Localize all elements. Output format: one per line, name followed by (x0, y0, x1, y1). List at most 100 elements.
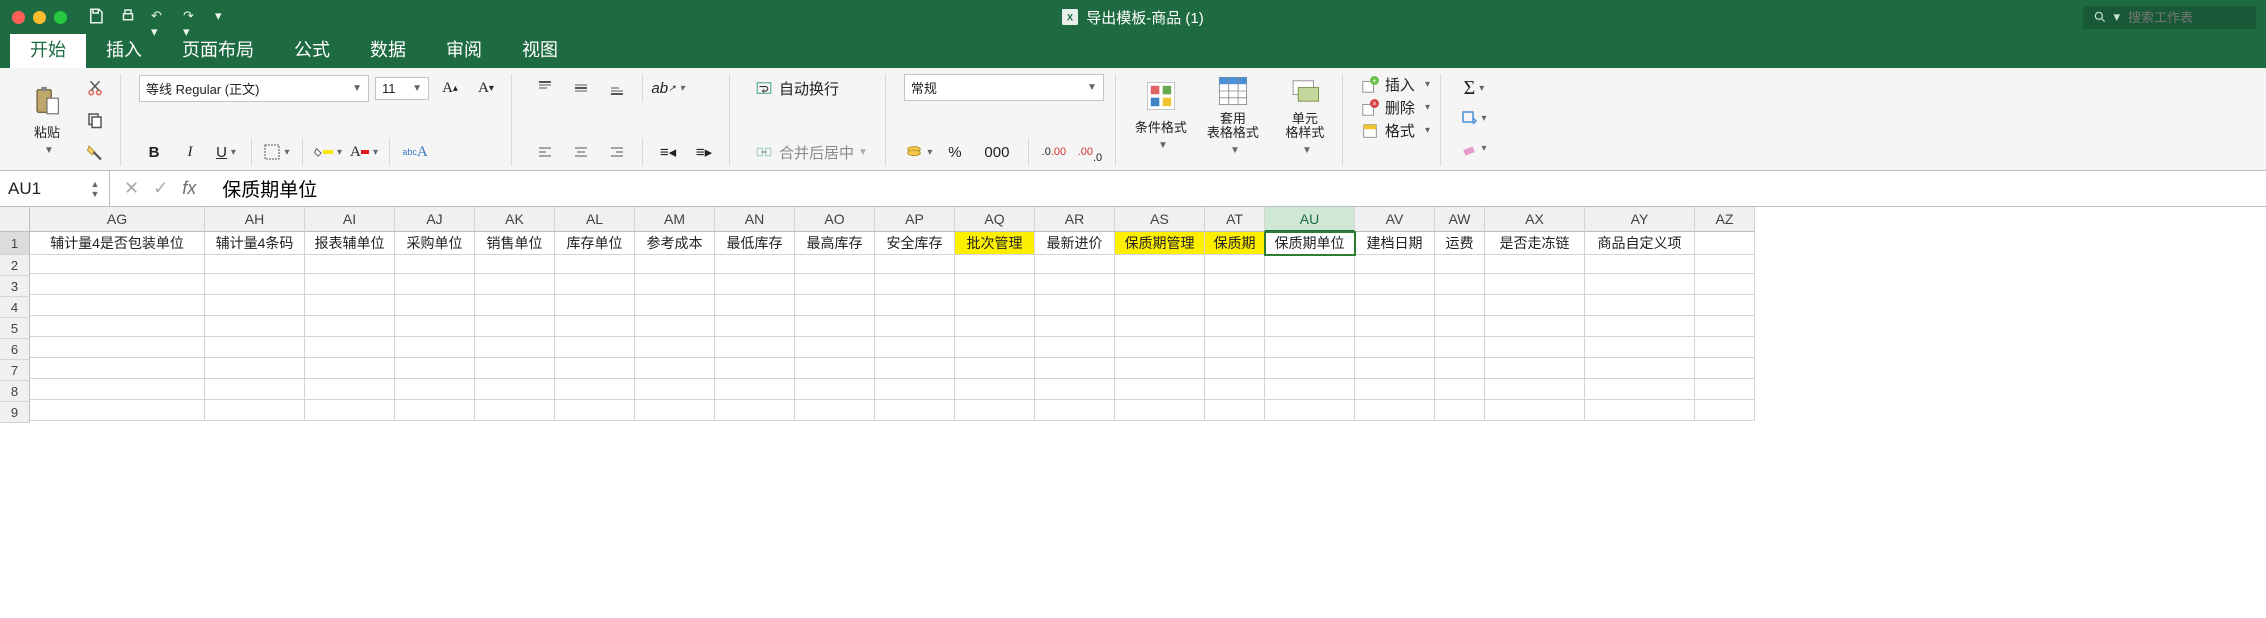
cell-AT3[interactable] (1205, 274, 1265, 295)
cell-AN7[interactable] (715, 358, 795, 379)
row-header-7[interactable]: 7 (0, 360, 30, 381)
cell-AS6[interactable] (1115, 337, 1205, 358)
cell-AU7[interactable] (1265, 358, 1355, 379)
cell-AN9[interactable] (715, 400, 795, 421)
cell-AY6[interactable] (1585, 337, 1695, 358)
conditional-formatting-button[interactable]: 条件格式▼ (1134, 79, 1188, 151)
row-header-6[interactable]: 6 (0, 339, 30, 360)
column-header-AU[interactable]: AU (1265, 207, 1355, 232)
cell-AO5[interactable] (795, 316, 875, 337)
cell-AJ3[interactable] (395, 274, 475, 295)
cell-AX6[interactable] (1485, 337, 1585, 358)
cell-AG4[interactable] (30, 295, 205, 316)
cell-AZ9[interactable] (1695, 400, 1755, 421)
cell-AO4[interactable] (795, 295, 875, 316)
cell-AI6[interactable] (305, 337, 395, 358)
merge-center-button[interactable]: 合并后居中▼ (748, 138, 875, 166)
cell-AT7[interactable] (1205, 358, 1265, 379)
cell-AS8[interactable] (1115, 379, 1205, 400)
cell-AO2[interactable] (795, 253, 875, 274)
cell-AX2[interactable] (1485, 253, 1585, 274)
cell-AL5[interactable] (555, 316, 635, 337)
cell-AQ4[interactable] (955, 295, 1035, 316)
column-header-AV[interactable]: AV (1355, 207, 1435, 232)
format-as-table-button[interactable]: 套用 表格格式▼ (1206, 74, 1260, 156)
column-header-AM[interactable]: AM (635, 207, 715, 232)
column-header-AH[interactable]: AH (205, 207, 305, 232)
tab-公式[interactable]: 公式 (274, 29, 350, 68)
cell-AT2[interactable] (1205, 253, 1265, 274)
cell-AX5[interactable] (1485, 316, 1585, 337)
autosum-button[interactable]: Σ▾ (1459, 74, 1489, 102)
cell-AK2[interactable] (475, 253, 555, 274)
column-header-AJ[interactable]: AJ (395, 207, 475, 232)
cell-AU3[interactable] (1265, 274, 1355, 295)
increase-font-button[interactable]: A▴ (435, 74, 465, 102)
cell-AR1[interactable]: 最新进价 (1035, 232, 1115, 255)
cell-AP7[interactable] (875, 358, 955, 379)
cell-AI5[interactable] (305, 316, 395, 337)
cell-AY1[interactable]: 商品自定义项 (1585, 232, 1695, 255)
row-header-9[interactable]: 9 (0, 402, 30, 423)
cell-AK1[interactable]: 销售单位 (475, 232, 555, 255)
cell-AT5[interactable] (1205, 316, 1265, 337)
cell-AY9[interactable] (1585, 400, 1695, 421)
insert-cells-button[interactable]: +插入▾ (1361, 74, 1430, 95)
increase-decimal-button[interactable]: .0.00 (1039, 138, 1069, 166)
align-middle-button[interactable] (566, 74, 596, 102)
cell-AZ7[interactable] (1695, 358, 1755, 379)
cell-AN5[interactable] (715, 316, 795, 337)
cell-AM4[interactable] (635, 295, 715, 316)
cell-AX3[interactable] (1485, 274, 1585, 295)
cell-AU6[interactable] (1265, 337, 1355, 358)
cell-AO3[interactable] (795, 274, 875, 295)
cell-AJ6[interactable] (395, 337, 475, 358)
cell-AZ2[interactable] (1695, 253, 1755, 274)
cell-AR3[interactable] (1035, 274, 1115, 295)
cell-AJ2[interactable] (395, 253, 475, 274)
row-header-8[interactable]: 8 (0, 381, 30, 402)
tab-数据[interactable]: 数据 (350, 29, 426, 68)
column-header-AY[interactable]: AY (1585, 207, 1695, 232)
select-all-corner[interactable] (0, 207, 30, 232)
cell-AH2[interactable] (205, 253, 305, 274)
cell-AZ5[interactable] (1695, 316, 1755, 337)
cell-AR5[interactable] (1035, 316, 1115, 337)
tab-页面布局[interactable]: 页面布局 (162, 29, 274, 68)
cell-AH3[interactable] (205, 274, 305, 295)
cell-styles-button[interactable]: 单元 格样式▼ (1278, 74, 1332, 156)
cell-AQ2[interactable] (955, 253, 1035, 274)
column-header-AO[interactable]: AO (795, 207, 875, 232)
cell-AN6[interactable] (715, 337, 795, 358)
cell-AL1[interactable]: 库存单位 (555, 232, 635, 255)
cell-AO6[interactable] (795, 337, 875, 358)
search-box[interactable]: ▾ (2083, 6, 2256, 29)
fill-button[interactable]: ▾ (1459, 104, 1489, 132)
column-header-AL[interactable]: AL (555, 207, 635, 232)
cell-AG1[interactable]: 辅计量4是否包装单位 (30, 232, 205, 255)
cell-AM5[interactable] (635, 316, 715, 337)
cell-AV7[interactable] (1355, 358, 1435, 379)
cell-AU9[interactable] (1265, 400, 1355, 421)
cell-AL6[interactable] (555, 337, 635, 358)
cell-AS1[interactable]: 保质期管理 (1115, 232, 1205, 255)
undo-icon[interactable]: ↶ ▾ (151, 8, 169, 26)
cell-AL2[interactable] (555, 253, 635, 274)
cell-AV3[interactable] (1355, 274, 1435, 295)
cell-AK6[interactable] (475, 337, 555, 358)
cell-AP9[interactable] (875, 400, 955, 421)
tab-视图[interactable]: 视图 (502, 29, 578, 68)
cell-AI9[interactable] (305, 400, 395, 421)
cell-AM3[interactable] (635, 274, 715, 295)
cell-AL9[interactable] (555, 400, 635, 421)
close-window-button[interactable] (12, 11, 25, 24)
cell-AV5[interactable] (1355, 316, 1435, 337)
cell-AG6[interactable] (30, 337, 205, 358)
cell-AR6[interactable] (1035, 337, 1115, 358)
cell-AR7[interactable] (1035, 358, 1115, 379)
cell-AG3[interactable] (30, 274, 205, 295)
cell-AG7[interactable] (30, 358, 205, 379)
cell-AL7[interactable] (555, 358, 635, 379)
cell-AP1[interactable]: 安全库存 (875, 232, 955, 255)
cell-AI4[interactable] (305, 295, 395, 316)
